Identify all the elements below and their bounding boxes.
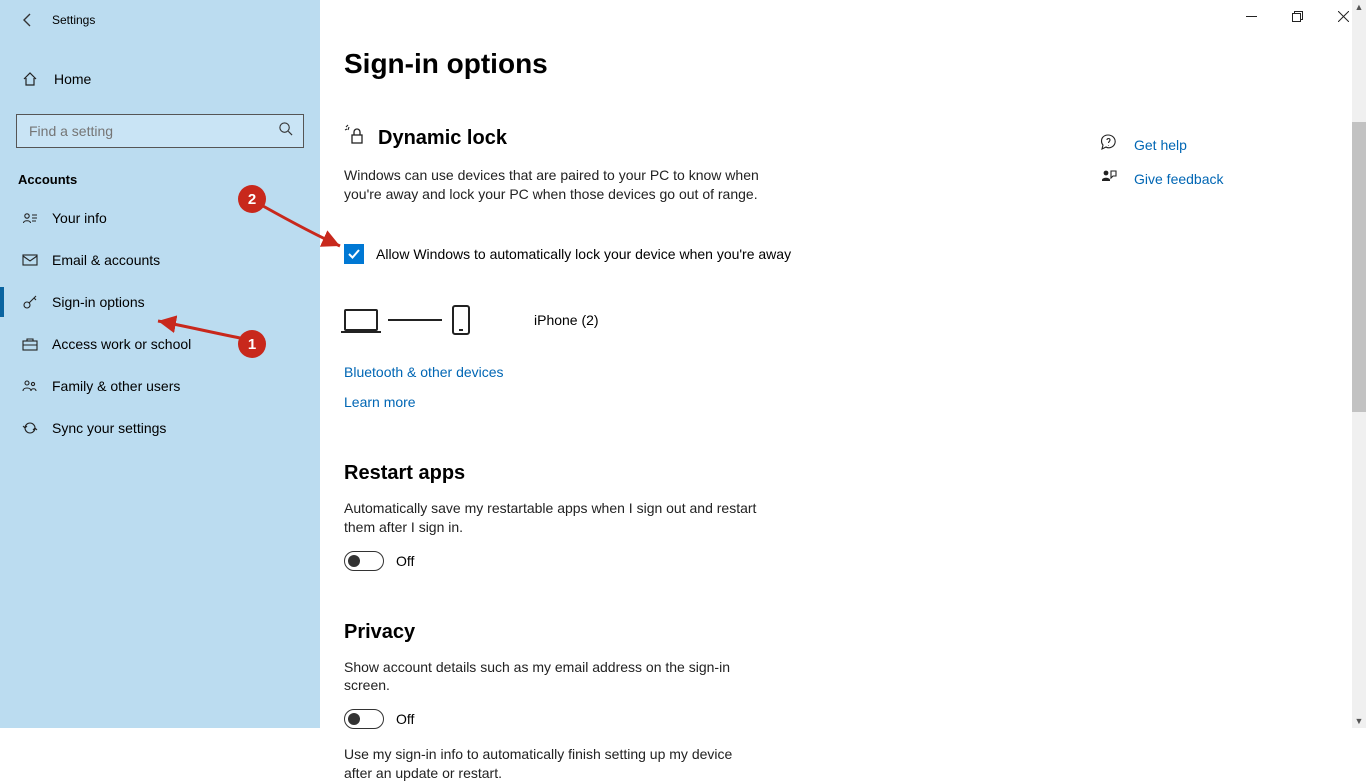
phone-icon <box>452 305 470 335</box>
section-privacy-title: Privacy <box>344 621 1366 644</box>
sidebar-item-label: Sign-in options <box>52 294 145 310</box>
sidebar-item-signin[interactable]: Sign-in options <box>0 281 320 323</box>
page-title: Sign-in options <box>344 48 1366 80</box>
section-restart-apps-title: Restart apps <box>344 462 1366 485</box>
title-bar: Settings <box>0 0 320 40</box>
sidebar-item-label: Your info <box>52 210 107 226</box>
nav-home[interactable]: Home <box>0 58 320 100</box>
privacy-desc2: Use my sign-in info to automatically fin… <box>344 745 764 783</box>
paired-device-name: iPhone (2) <box>534 312 599 328</box>
person-card-icon <box>20 211 40 225</box>
learn-more-link[interactable]: Learn more <box>344 394 416 410</box>
sync-icon <box>20 420 40 436</box>
sidebar: Settings Home Accounts Your info Email &… <box>0 0 320 728</box>
mail-icon <box>20 254 40 266</box>
main-content: Sign-in options Dynamic lock Windows can… <box>344 0 1366 728</box>
scroll-down-icon[interactable]: ▼ <box>1352 714 1366 728</box>
briefcase-icon <box>20 337 40 351</box>
scrollbar[interactable]: ▲ ▼ <box>1352 0 1366 728</box>
laptop-icon <box>344 309 378 331</box>
get-help-link[interactable]: Get help <box>1100 134 1224 156</box>
restart-apps-toggle-row: Off <box>344 551 1366 571</box>
right-sidebar-links: Get help Give feedback <box>1100 134 1224 202</box>
paired-device-diagram: iPhone (2) <box>344 296 1366 344</box>
dynamic-lock-desc: Windows can use devices that are paired … <box>344 166 764 204</box>
back-button[interactable] <box>8 0 48 40</box>
sidebar-item-sync[interactable]: Sync your settings <box>0 407 320 449</box>
bluetooth-devices-link[interactable]: Bluetooth & other devices <box>344 364 504 380</box>
sidebar-item-your-info[interactable]: Your info <box>0 197 320 239</box>
dynamic-lock-checkbox-row: Allow Windows to automatically lock your… <box>344 244 1366 264</box>
privacy-desc: Show account details such as my email ad… <box>344 658 764 696</box>
search-box[interactable] <box>16 114 304 148</box>
window-title: Settings <box>52 13 95 27</box>
sidebar-item-email[interactable]: Email & accounts <box>0 239 320 281</box>
privacy-toggle-label: Off <box>396 711 414 727</box>
restart-apps-toggle[interactable] <box>344 551 384 571</box>
connection-line-icon <box>388 319 442 321</box>
people-icon <box>20 379 40 393</box>
scroll-up-icon[interactable]: ▲ <box>1352 0 1366 14</box>
restart-apps-toggle-label: Off <box>396 553 414 569</box>
nav-home-label: Home <box>54 71 91 87</box>
search-icon <box>278 121 293 141</box>
sidebar-item-label: Access work or school <box>52 336 191 352</box>
scroll-thumb[interactable] <box>1352 122 1366 412</box>
sidebar-item-label: Email & accounts <box>52 252 160 268</box>
dynamic-lock-checkbox[interactable] <box>344 244 364 264</box>
home-icon <box>20 71 40 87</box>
get-help-label: Get help <box>1134 137 1187 153</box>
restart-apps-desc: Automatically save my restartable apps w… <box>344 499 764 537</box>
give-feedback-label: Give feedback <box>1134 171 1224 187</box>
give-feedback-link[interactable]: Give feedback <box>1100 168 1224 190</box>
help-icon <box>1100 134 1120 156</box>
search-input[interactable] <box>27 122 278 140</box>
sidebar-item-label: Sync your settings <box>52 420 166 436</box>
dynamic-lock-checkbox-label: Allow Windows to automatically lock your… <box>376 246 791 262</box>
dynamic-lock-icon <box>344 124 366 152</box>
feedback-icon <box>1100 168 1120 190</box>
key-icon <box>20 294 40 310</box>
privacy-toggle[interactable] <box>344 709 384 729</box>
sidebar-item-work-school[interactable]: Access work or school <box>0 323 320 365</box>
section-heading: Dynamic lock <box>378 127 507 150</box>
sidebar-group-accounts: Accounts <box>18 172 320 187</box>
privacy-toggle-row: Off <box>344 709 1366 729</box>
sidebar-item-label: Family & other users <box>52 378 180 394</box>
sidebar-item-family[interactable]: Family & other users <box>0 365 320 407</box>
